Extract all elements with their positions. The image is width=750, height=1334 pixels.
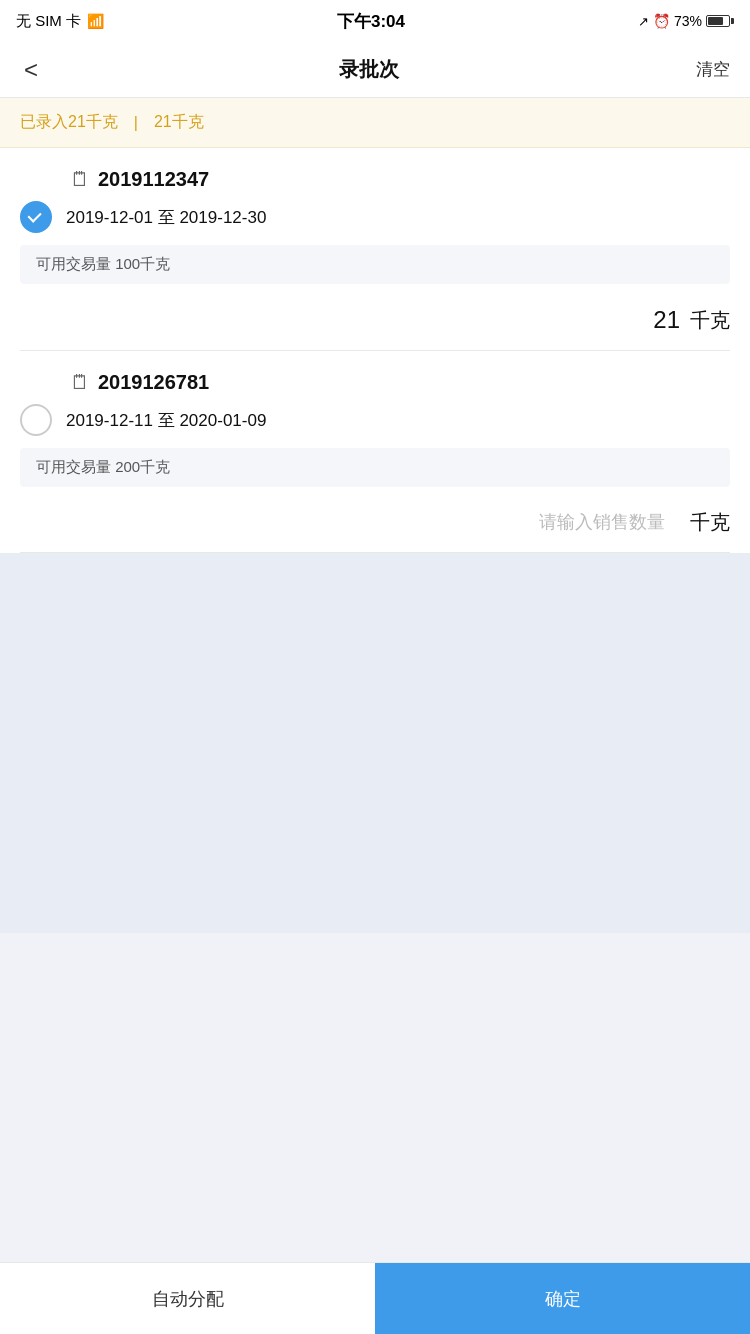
clear-button[interactable]: 清空 bbox=[696, 58, 730, 81]
batch-avail-2: 可用交易量 200千克 bbox=[20, 448, 730, 487]
alarm-icon: ⏰ bbox=[653, 13, 670, 29]
batch-avail-1: 可用交易量 100千克 bbox=[20, 245, 730, 284]
batch-id-2: 2019126781 bbox=[98, 371, 209, 394]
status-bar: 无 SIM 卡 📶 下午3:04 ↗ ⏰ 73% bbox=[0, 0, 750, 42]
summary-divider: | bbox=[134, 114, 138, 132]
nav-bar: < 录批次 清空 bbox=[0, 42, 750, 98]
batch-card-2: 🗒 2019126781 2019-12-11 至 2020-01-09 可用交… bbox=[0, 351, 750, 553]
status-right: ↗ ⏰ 73% bbox=[638, 13, 734, 29]
back-button[interactable]: < bbox=[20, 52, 42, 88]
batch-row-1: 2019-12-01 至 2019-12-30 bbox=[20, 201, 730, 233]
status-left: 无 SIM 卡 📶 bbox=[16, 12, 104, 31]
batch-header-1: 🗒 2019112347 bbox=[20, 168, 730, 191]
wifi-icon: 📶 bbox=[87, 13, 104, 29]
batch-row-2: 2019-12-11 至 2020-01-09 bbox=[20, 404, 730, 436]
quantity-input-row-2: 千克 bbox=[20, 499, 730, 553]
location-icon: ↗ bbox=[638, 14, 649, 29]
quantity-value-1: 21 bbox=[653, 306, 680, 334]
batch-date-1: 2019-12-01 至 2019-12-30 bbox=[66, 206, 266, 229]
batch-header-2: 🗒 2019126781 bbox=[20, 371, 730, 394]
batch-date-2: 2019-12-11 至 2020-01-09 bbox=[66, 409, 266, 432]
battery-percent: 73% bbox=[674, 13, 702, 29]
battery-icon bbox=[706, 15, 734, 27]
batch-doc-icon-1: 🗒 bbox=[70, 168, 90, 191]
quantity-unit-1: 千克 bbox=[690, 307, 730, 334]
batch-card-1: 🗒 2019112347 2019-12-01 至 2019-12-30 可用交… bbox=[0, 148, 750, 351]
radio-button-1[interactable] bbox=[20, 201, 52, 233]
status-time: 下午3:04 bbox=[337, 10, 405, 33]
summary-label: 已录入21千克 bbox=[20, 112, 118, 133]
batch-doc-icon-2: 🗒 bbox=[70, 371, 90, 394]
confirm-button[interactable]: 确定 bbox=[375, 1263, 750, 1334]
quantity-input-2[interactable] bbox=[480, 512, 680, 533]
quantity-row-1: 21 千克 bbox=[20, 296, 730, 351]
empty-area bbox=[0, 553, 750, 933]
page-title: 录批次 bbox=[339, 56, 399, 83]
batch-id-1: 2019112347 bbox=[98, 168, 209, 191]
radio-button-2[interactable] bbox=[20, 404, 52, 436]
sim-label: 无 SIM 卡 bbox=[16, 12, 81, 31]
auto-distribute-button[interactable]: 自动分配 bbox=[0, 1263, 375, 1334]
summary-banner: 已录入21千克 | 21千克 bbox=[0, 98, 750, 148]
bottom-bar: 自动分配 确定 bbox=[0, 1262, 750, 1334]
quantity-unit-2: 千克 bbox=[690, 509, 730, 536]
summary-value: 21千克 bbox=[154, 112, 204, 133]
